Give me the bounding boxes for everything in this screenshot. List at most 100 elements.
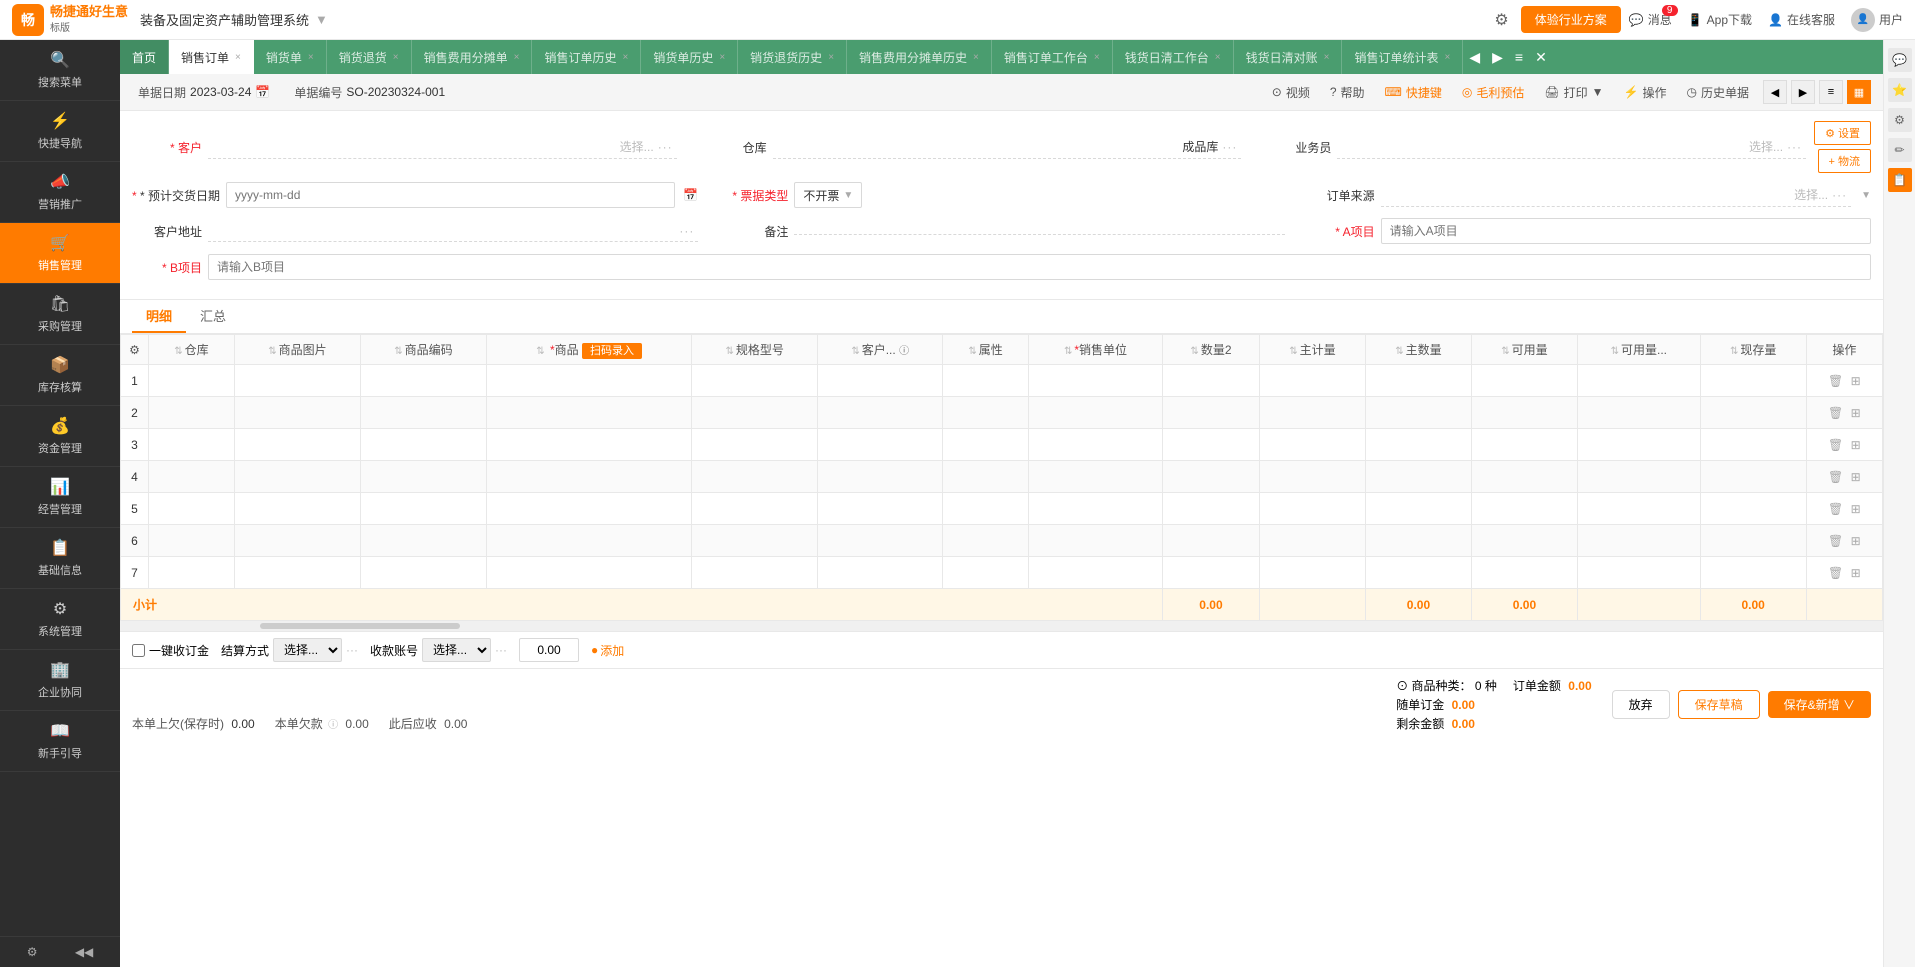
row-copy-icon[interactable]: ⊞ <box>1851 566 1861 580</box>
app-download[interactable]: 📱 App下载 <box>1688 11 1752 28</box>
row-customer-code[interactable] <box>818 525 943 557</box>
row-quantity2[interactable] <box>1162 461 1259 493</box>
row-available[interactable] <box>1471 557 1577 589</box>
row-current-stock[interactable] <box>1700 493 1806 525</box>
row-main-quantity[interactable] <box>1365 525 1471 557</box>
row-product-image[interactable] <box>234 493 360 525</box>
row-available[interactable] <box>1471 397 1577 429</box>
row-delete-icon[interactable]: 🗑 <box>1828 566 1843 580</box>
scan-button[interactable]: 扫码录入 <box>582 343 642 359</box>
row-sales-unit[interactable] <box>1029 461 1163 493</box>
row-sales-unit[interactable] <box>1029 493 1163 525</box>
discard-button[interactable]: 放弃 <box>1612 690 1670 719</box>
grid-view-btn[interactable]: ▦ <box>1847 80 1871 104</box>
row-product-name[interactable] <box>487 365 692 397</box>
row-current-stock[interactable] <box>1700 397 1806 429</box>
row-quantity2[interactable] <box>1162 397 1259 429</box>
scroll-bar-area[interactable] <box>120 621 1883 631</box>
tab-order-history[interactable]: 销售订单历史 × <box>532 40 641 74</box>
message-badge[interactable]: 💬 消息 9 <box>1629 11 1672 28</box>
row-current-stock[interactable] <box>1700 525 1806 557</box>
one-click-checkbox[interactable] <box>132 644 145 657</box>
row-available2[interactable] <box>1577 461 1700 493</box>
tab-close-icon[interactable]: × <box>973 52 979 63</box>
row-copy-icon[interactable]: ⊞ <box>1851 534 1861 548</box>
row-attribute[interactable] <box>943 365 1029 397</box>
sidebar-item-finance[interactable]: 💰 资金管理 <box>0 406 120 467</box>
row-product-image[interactable] <box>234 397 360 429</box>
tab-refund-history[interactable]: 销货退货历史 × <box>738 40 847 74</box>
row-spec-model[interactable] <box>692 429 818 461</box>
row-product-code[interactable] <box>360 493 486 525</box>
row-sales-unit[interactable] <box>1029 429 1163 461</box>
tab-home[interactable]: 首页 <box>120 40 169 74</box>
save-new-button[interactable]: 保存&新增 ∨ <box>1768 691 1871 718</box>
tab-expense-split[interactable]: 销售费用分摊单 × <box>412 40 533 74</box>
tab-close-all-btn[interactable]: ✕ <box>1529 49 1553 66</box>
sidebar-item-marketing[interactable]: 📣 营销推广 <box>0 162 120 223</box>
prev-record-btn[interactable]: ◀ <box>1763 80 1787 104</box>
help-btn[interactable]: ? 帮助 <box>1324 82 1371 103</box>
row-quantity2[interactable] <box>1162 493 1259 525</box>
row-attribute[interactable] <box>943 429 1029 461</box>
row-main-quantity[interactable] <box>1365 429 1471 461</box>
print-btn[interactable]: 🖨 打印 ▼ <box>1538 82 1609 103</box>
a-project-input[interactable] <box>1381 218 1871 244</box>
row-product-code[interactable] <box>360 397 486 429</box>
warehouse-input[interactable]: 成品库 ··· <box>773 135 1242 159</box>
row-copy-icon[interactable]: ⊞ <box>1851 502 1861 516</box>
right-panel-btn-4[interactable]: ✏ <box>1888 138 1912 162</box>
row-main-quantity[interactable] <box>1365 397 1471 429</box>
delivery-date-input[interactable] <box>226 182 675 208</box>
row-sales-unit[interactable] <box>1029 557 1163 589</box>
tab-close-icon[interactable]: × <box>1444 52 1450 63</box>
tab-close-icon[interactable]: × <box>1324 52 1330 63</box>
sidebar-item-inventory[interactable]: 📦 库存核算 <box>0 345 120 406</box>
row-current-stock[interactable] <box>1700 461 1806 493</box>
row-available[interactable] <box>1471 493 1577 525</box>
row-customer-code[interactable] <box>818 397 943 429</box>
row-delete-icon[interactable]: 🗑 <box>1828 470 1843 484</box>
row-available2[interactable] <box>1577 525 1700 557</box>
tab-detail[interactable]: 明细 <box>132 300 186 333</box>
row-product-name[interactable] <box>487 557 692 589</box>
order-source-input[interactable]: 选择... ··· <box>1381 183 1851 207</box>
b-project-input[interactable] <box>208 254 1871 280</box>
tab-close-icon[interactable]: × <box>235 52 241 63</box>
row-main-unit[interactable] <box>1260 365 1366 397</box>
row-product-code[interactable] <box>360 461 486 493</box>
row-customer-code[interactable] <box>818 493 943 525</box>
row-current-stock[interactable] <box>1700 365 1806 397</box>
settings-gear-icon[interactable]: ⚙ <box>1494 10 1508 30</box>
sidebar-item-quick-nav[interactable]: ⚡ 快捷导航 <box>0 101 120 162</box>
tab-sales-return[interactable]: 销货单 × <box>254 40 327 74</box>
row-product-code[interactable] <box>360 429 486 461</box>
tab-close-icon[interactable]: × <box>828 52 834 63</box>
row-copy-icon[interactable]: ⊞ <box>1851 470 1861 484</box>
right-panel-btn-3[interactable]: ⚙ <box>1888 108 1912 132</box>
tab-cash-workbench[interactable]: 钱货日清工作台 × <box>1113 40 1234 74</box>
sidebar-collapse-icon[interactable]: ◀◀ <box>75 945 93 959</box>
row-product-image[interactable] <box>234 461 360 493</box>
row-spec-model[interactable] <box>692 525 818 557</box>
row-current-stock[interactable] <box>1700 557 1806 589</box>
row-warehouse[interactable] <box>149 365 235 397</box>
tab-close-icon[interactable]: × <box>393 52 399 63</box>
row-available[interactable] <box>1471 525 1577 557</box>
row-sales-unit[interactable] <box>1029 525 1163 557</box>
right-panel-btn-2[interactable]: ⭐ <box>1888 78 1912 102</box>
row-main-unit[interactable] <box>1260 397 1366 429</box>
row-customer-code[interactable] <box>818 461 943 493</box>
row-main-quantity[interactable] <box>1365 493 1471 525</box>
row-product-image[interactable] <box>234 365 360 397</box>
tab-cash-reconcile[interactable]: 钱货日清对账 × <box>1234 40 1343 74</box>
row-product-name[interactable] <box>487 525 692 557</box>
tab-order-stats[interactable]: 销售订单统计表 × <box>1342 40 1463 74</box>
row-customer-code[interactable] <box>818 557 943 589</box>
amount-input[interactable] <box>519 638 579 662</box>
add-logistics-button[interactable]: + 物流 <box>1818 149 1871 173</box>
sidebar-item-system[interactable]: ⚙ 系统管理 <box>0 589 120 650</box>
row-spec-model[interactable] <box>692 365 818 397</box>
row-delete-icon[interactable]: 🗑 <box>1828 406 1843 420</box>
calendar-icon[interactable]: 📅 <box>683 188 698 202</box>
